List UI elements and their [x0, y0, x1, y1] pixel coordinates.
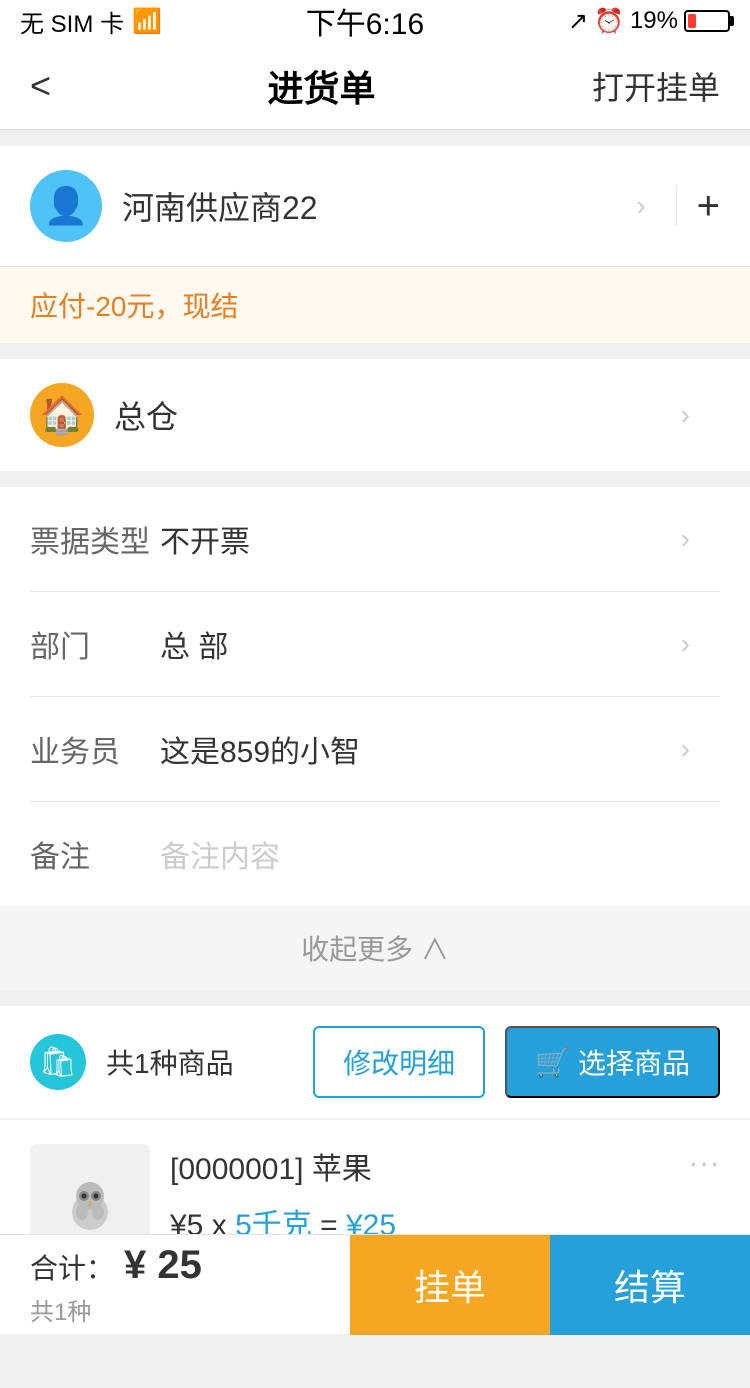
warehouse-name: 总仓 — [114, 392, 681, 438]
divider-1 — [0, 343, 750, 359]
warehouse-chevron-icon: › — [681, 399, 690, 431]
salesperson-label: 业务员 — [30, 727, 160, 771]
product-code: [0000001] — [170, 1153, 303, 1186]
invoice-label: 票据类型 — [30, 517, 160, 561]
status-left: 无 SIM 卡 📶 — [20, 4, 162, 39]
total-row: 合计： ¥ 25 — [30, 1243, 320, 1288]
supplier-name: 河南供应商22 — [122, 183, 636, 229]
select-product-button[interactable]: 🛒 选择商品 — [505, 1026, 720, 1098]
open-pending-button[interactable]: 打开挂单 — [592, 63, 720, 109]
supplier-section: 👤 河南供应商22 › + 应付-20元，现结 — [0, 146, 750, 343]
supplier-avatar: 👤 — [30, 170, 102, 242]
collapse-label: 收起更多 ∧ — [301, 928, 449, 968]
product-more-button[interactable]: ··· — [688, 1144, 720, 1181]
supplier-row[interactable]: 👤 河南供应商22 › + — [0, 146, 750, 267]
bottom-total: 合计： ¥ 25 共1种 — [0, 1243, 350, 1327]
product-image-placeholder — [50, 1164, 130, 1244]
product-name: [0000001] 苹果 — [170, 1144, 668, 1188]
product-title: 苹果 — [312, 1153, 372, 1186]
battery-fill — [688, 14, 696, 28]
salesperson-chevron-icon: › — [681, 733, 690, 765]
total-sub: 共1种 — [30, 1292, 320, 1327]
status-right: ↗ ⏰ 19% — [568, 7, 730, 36]
collapse-row[interactable]: 收起更多 ∧ — [0, 906, 750, 990]
edit-detail-button[interactable]: 修改明细 — [313, 1026, 485, 1098]
warehouse-section: 🏠 总仓 › — [0, 359, 750, 471]
remark-placeholder[interactable]: 备注内容 — [160, 832, 720, 876]
invoice-chevron-icon: › — [681, 523, 690, 555]
checkout-button[interactable]: 结算 — [550, 1235, 750, 1335]
avatar-icon: 👤 — [44, 185, 89, 227]
battery-percent: 19% — [630, 7, 678, 35]
warehouse-icon: 🏠 — [30, 383, 94, 447]
products-header: 🛍 共1种商品 修改明细 🛒 选择商品 — [0, 1006, 750, 1118]
salesperson-value: 这是859的小智 — [160, 727, 681, 771]
hang-button[interactable]: 挂单 — [350, 1235, 550, 1335]
status-time: 下午6:16 — [306, 0, 424, 43]
remark-row[interactable]: 备注 备注内容 — [0, 802, 750, 906]
back-button[interactable]: < — [30, 65, 51, 107]
wifi-icon: 📶 — [132, 7, 162, 36]
products-count: 共1种商品 — [106, 1042, 293, 1082]
form-section: 票据类型 不开票 › 部门 总 部 › 业务员 这是859的小智 › 备注 备注… — [0, 487, 750, 906]
salesperson-row[interactable]: 业务员 这是859的小智 › — [0, 697, 750, 801]
battery-icon — [684, 10, 730, 32]
remark-label: 备注 — [30, 832, 160, 876]
invoice-value: 不开票 — [160, 517, 681, 561]
supplier-divider — [676, 186, 677, 226]
warning-banner: 应付-20元，现结 — [0, 267, 750, 343]
products-icon: 🛍 — [30, 1034, 86, 1090]
department-label: 部门 — [30, 622, 160, 666]
department-value: 总 部 — [160, 622, 681, 666]
total-label: 合计： — [30, 1247, 114, 1287]
warehouse-row[interactable]: 🏠 总仓 › — [0, 359, 750, 471]
status-bar: 无 SIM 卡 📶 下午6:16 ↗ ⏰ 19% — [0, 0, 750, 42]
add-supplier-button[interactable]: + — [697, 184, 720, 229]
department-row[interactable]: 部门 总 部 › — [0, 592, 750, 696]
select-product-label: 选择商品 — [578, 1042, 690, 1082]
department-chevron-icon: › — [681, 628, 690, 660]
product-info: [0000001] 苹果 ¥5 x 5千克 = ¥25 — [170, 1144, 668, 1244]
location-icon: ↗ — [568, 7, 588, 36]
divider-2 — [0, 471, 750, 487]
carrier-label: 无 SIM 卡 — [20, 4, 124, 39]
select-product-icon: 🛒 — [535, 1046, 570, 1079]
top-divider — [0, 130, 750, 146]
bottom-bar: 合计： ¥ 25 共1种 挂单 结算 — [0, 1234, 750, 1334]
page-title: 进货单 — [268, 60, 376, 112]
invoice-row[interactable]: 票据类型 不开票 › — [0, 487, 750, 591]
supplier-chevron-icon: › — [636, 190, 645, 222]
total-amount: ¥ 25 — [124, 1243, 202, 1288]
nav-bar: < 进货单 打开挂单 — [0, 42, 750, 130]
alarm-icon: ⏰ — [594, 7, 624, 36]
